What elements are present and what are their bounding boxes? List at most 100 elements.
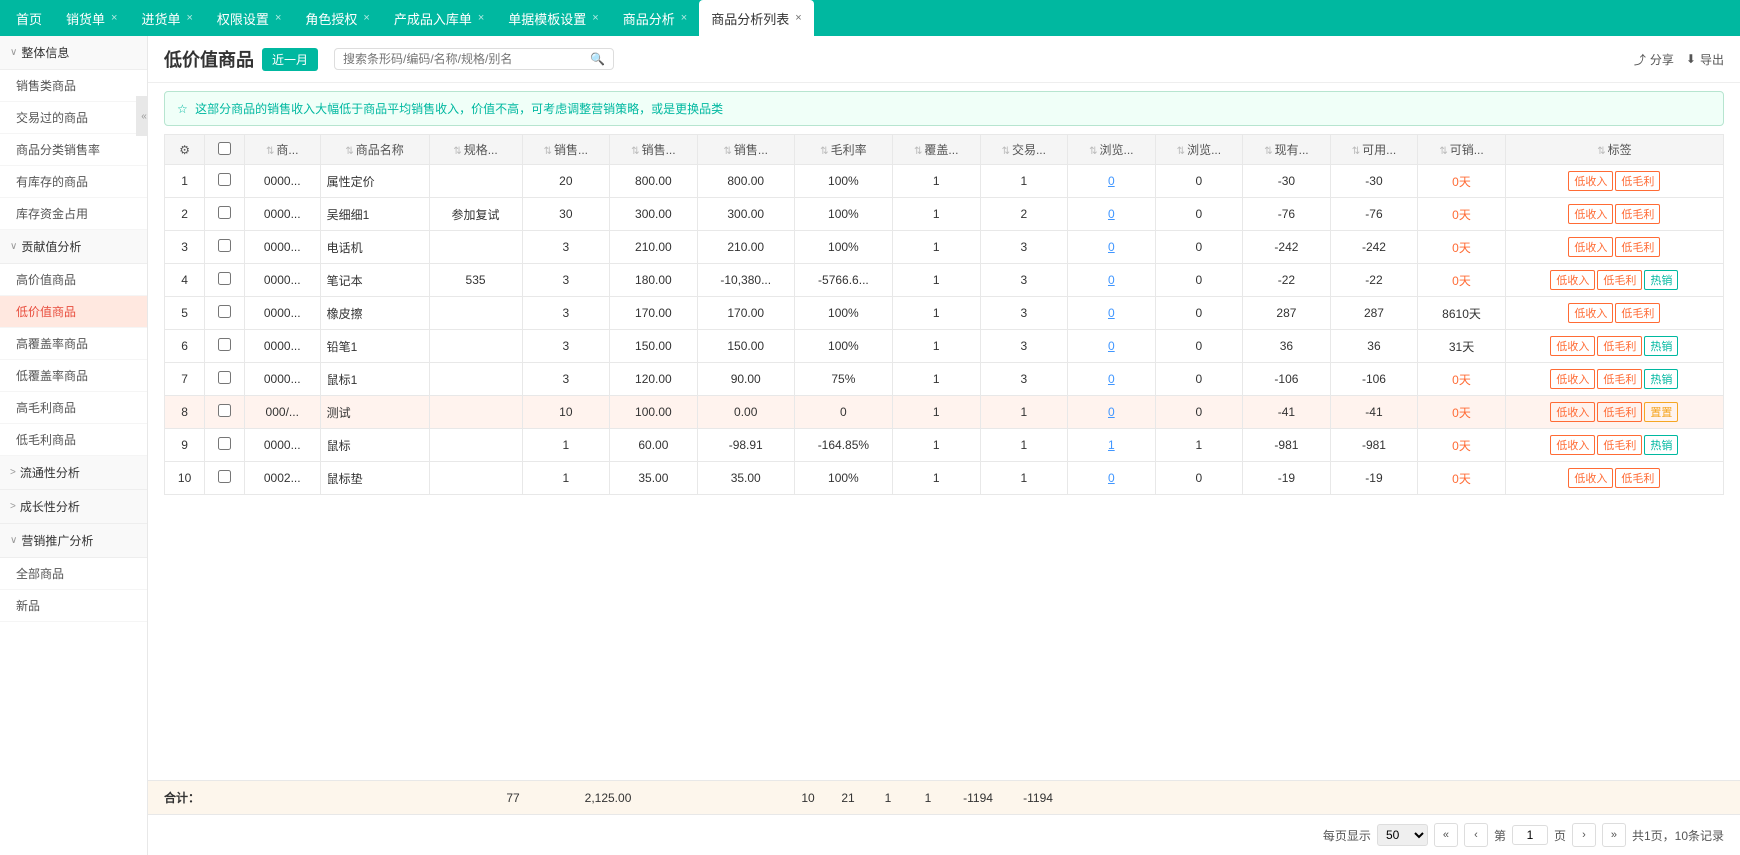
sidebar-group-4[interactable]: ∨营销推广分析 [0, 524, 147, 558]
sidebar-item-高覆盖率商品[interactable]: 高覆盖率商品 [0, 328, 147, 360]
summary-view1: 1 [868, 791, 908, 805]
view1-link[interactable]: 0 [1108, 405, 1115, 419]
sidebar-item-新品[interactable]: 新品 [0, 590, 147, 622]
cell-view1[interactable]: 1 [1068, 429, 1156, 462]
nav-item-权限设置[interactable]: 权限设置× [205, 0, 293, 36]
sidebar-group-2[interactable]: >流通性分析 [0, 456, 147, 490]
tag-badge: 低收入 [1568, 204, 1613, 224]
view1-link[interactable]: 0 [1108, 240, 1115, 254]
export-button[interactable]: ⬇ 导出 [1686, 51, 1724, 68]
cell-checkbox[interactable] [205, 363, 245, 396]
share-button[interactable]: ⤴ 分享 [1634, 51, 1674, 68]
search-input[interactable] [343, 52, 586, 66]
cell-checkbox[interactable] [205, 198, 245, 231]
view1-link[interactable]: 0 [1108, 306, 1115, 320]
view1-link[interactable]: 1 [1108, 438, 1115, 452]
nav-item-首页[interactable]: 首页 [4, 0, 54, 36]
cell-checkbox[interactable] [205, 297, 245, 330]
nav-close-icon[interactable]: × [275, 12, 281, 24]
nav-close-icon[interactable]: × [363, 12, 369, 24]
view1-link[interactable]: 0 [1108, 339, 1115, 353]
cell-view1[interactable]: 0 [1068, 462, 1156, 495]
sidebar-item-库存资金占用[interactable]: 库存资金占用 [0, 198, 147, 230]
sidebar-group-1[interactable]: ∨贡献值分析 [0, 230, 147, 264]
sidebar-item-交易过的商品[interactable]: 交易过的商品 [0, 102, 147, 134]
nav-close-icon[interactable]: × [681, 12, 687, 24]
col-sales-val: ⇅销售... [697, 135, 794, 165]
nav-item-单据模板设置[interactable]: 单据模板设置× [496, 0, 610, 36]
sidebar-item-商品分类销售率[interactable]: 商品分类销售率 [0, 134, 147, 166]
cell-view1[interactable]: 0 [1068, 363, 1156, 396]
page-number-input[interactable] [1512, 825, 1548, 845]
cell-saleable: 0天 [1418, 198, 1506, 231]
cell-view1[interactable]: 0 [1068, 330, 1156, 363]
last-page-button[interactable]: » [1602, 823, 1626, 847]
cell-checkbox[interactable] [205, 462, 245, 495]
nav-close-icon[interactable]: × [111, 12, 117, 24]
nav-close-icon[interactable]: × [592, 12, 598, 24]
select-all-checkbox[interactable] [218, 142, 231, 155]
cell-checkbox[interactable] [205, 165, 245, 198]
cell-trade: 1 [980, 429, 1068, 462]
time-filter-button[interactable]: 近一月 [262, 48, 318, 71]
cell-checkbox[interactable] [205, 231, 245, 264]
view1-link[interactable]: 0 [1108, 471, 1115, 485]
cell-saleable: 0天 [1418, 429, 1506, 462]
prev-page-button[interactable]: ‹ [1464, 823, 1488, 847]
nav-item-角色授权[interactable]: 角色授权× [293, 0, 381, 36]
sidebar-group-3[interactable]: >成长性分析 [0, 490, 147, 524]
nav-item-销货单[interactable]: 销货单× [54, 0, 129, 36]
sidebar-item-低毛利商品[interactable]: 低毛利商品 [0, 424, 147, 456]
table-container: ⚙ ⇅商... ⇅商品名称 ⇅规格... ⇅销售... ⇅销售... ⇅销售..… [164, 134, 1724, 780]
nav-close-icon[interactable]: × [186, 12, 192, 24]
cell-num: 1 [165, 165, 205, 198]
cell-checkbox[interactable] [205, 429, 245, 462]
sidebar-item-销售类商品[interactable]: 销售类商品 [0, 70, 147, 102]
cell-checkbox[interactable] [205, 396, 245, 429]
nav-item-产成品入库单[interactable]: 产成品入库单× [382, 0, 496, 36]
view1-link[interactable]: 0 [1108, 372, 1115, 386]
tag-badge: 低收入 [1568, 468, 1613, 488]
sidebar-item-低覆盖率商品[interactable]: 低覆盖率商品 [0, 360, 147, 392]
cell-view1[interactable]: 0 [1068, 231, 1156, 264]
view1-link[interactable]: 0 [1108, 207, 1115, 221]
sidebar-item-全部商品[interactable]: 全部商品 [0, 558, 147, 590]
tag-badge: 热销 [1644, 435, 1678, 455]
sidebar-collapse-btn[interactable]: « [136, 96, 148, 136]
cell-available: -22 [1330, 264, 1418, 297]
cell-current: 287 [1243, 297, 1331, 330]
col-gear[interactable]: ⚙ [165, 135, 205, 165]
cell-view1[interactable]: 0 [1068, 297, 1156, 330]
cell-checkbox[interactable] [205, 264, 245, 297]
sidebar-group-0[interactable]: ∨整体信息 [0, 36, 147, 70]
table-body: 10000...属性定价20800.00800.00100%1100-30-30… [165, 165, 1724, 495]
cell-gross-margin: 100% [794, 231, 892, 264]
cell-name: 橡皮擦 [320, 297, 429, 330]
tag-badge: 低毛利 [1615, 237, 1660, 257]
sidebar-item-高价值商品[interactable]: 高价值商品 [0, 264, 147, 296]
per-page-select[interactable]: 50 100 200 [1377, 824, 1428, 846]
sidebar-item-有库存的商品[interactable]: 有库存的商品 [0, 166, 147, 198]
cell-view1[interactable]: 0 [1068, 264, 1156, 297]
nav-close-icon[interactable]: × [478, 12, 484, 24]
col-checkbox[interactable] [205, 135, 245, 165]
next-page-button[interactable]: › [1572, 823, 1596, 847]
cell-view1[interactable]: 0 [1068, 165, 1156, 198]
nav-item-商品分析[interactable]: 商品分析× [611, 0, 699, 36]
cell-view2: 0 [1155, 297, 1243, 330]
cell-sales-qty: 1 [522, 462, 610, 495]
nav-item-进货单[interactable]: 进货单× [129, 0, 204, 36]
cell-view1[interactable]: 0 [1068, 396, 1156, 429]
nav-item-商品分析列表[interactable]: 商品分析列表× [699, 0, 813, 36]
view1-link[interactable]: 0 [1108, 273, 1115, 287]
cell-view1[interactable]: 0 [1068, 198, 1156, 231]
sidebar-item-低价值商品[interactable]: 低价值商品 [0, 296, 147, 328]
tag-badge: 低毛利 [1615, 468, 1660, 488]
cell-spec: 参加复试 [429, 198, 522, 231]
view1-link[interactable]: 0 [1108, 174, 1115, 188]
cell-checkbox[interactable] [205, 330, 245, 363]
sidebar-item-高毛利商品[interactable]: 高毛利商品 [0, 392, 147, 424]
search-icon[interactable]: 🔍 [590, 52, 605, 66]
first-page-button[interactable]: « [1434, 823, 1458, 847]
nav-close-icon[interactable]: × [795, 12, 801, 24]
